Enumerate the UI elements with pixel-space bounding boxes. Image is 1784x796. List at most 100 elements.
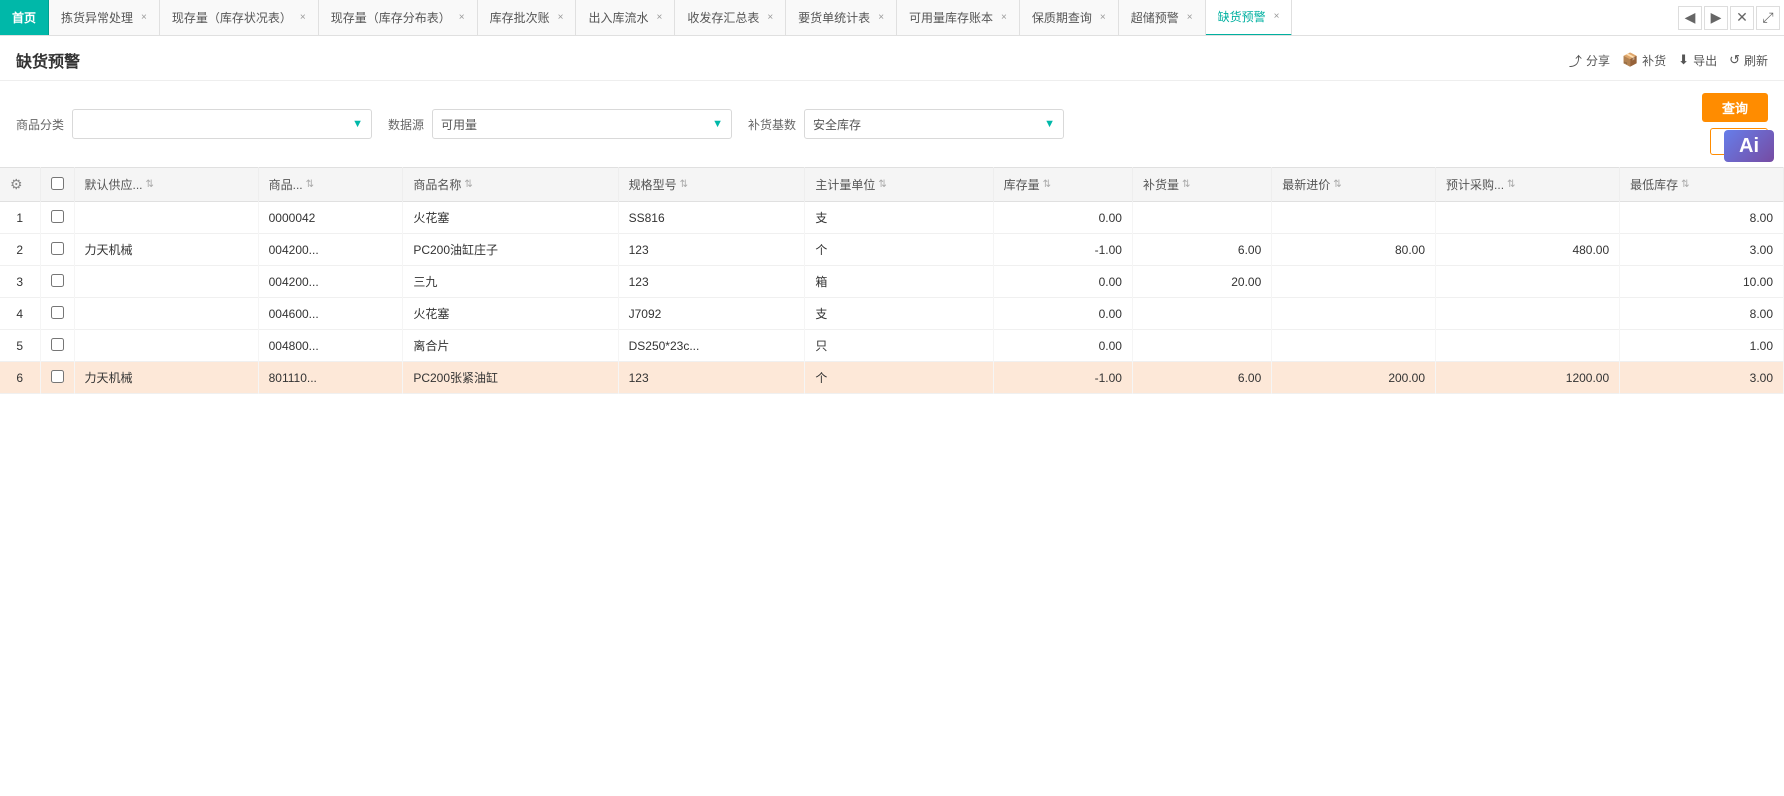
share-btn[interactable]: ⤴ 分享 — [1569, 51, 1610, 70]
tab-close-icon[interactable]: × — [558, 12, 564, 23]
query-button[interactable]: 查询 — [1702, 93, 1768, 122]
refresh-btn[interactable]: ↺ 刷新 — [1729, 52, 1768, 69]
tab-label: 超储预警 — [1131, 9, 1179, 26]
row-product-code: 801110... — [258, 362, 403, 394]
tab-batch-account[interactable]: 库存批次账 × — [478, 0, 577, 36]
row-latest-price — [1272, 298, 1436, 330]
row-checkbox[interactable] — [51, 274, 64, 287]
tab-next-btn[interactable]: ▶ — [1704, 6, 1728, 30]
tab-close-icon[interactable]: × — [300, 12, 306, 23]
tab-close-icon[interactable]: × — [1274, 11, 1280, 22]
sort-est-purchase-icon[interactable]: ⇅ — [1507, 179, 1515, 190]
header-actions: ⤴ 分享 📦 补货 ⬇ 导出 ↺ 刷新 — [1569, 51, 1768, 70]
tab-close-icon[interactable]: × — [459, 12, 465, 23]
row-checkbox-cell — [40, 202, 74, 234]
refresh-icon: ↺ — [1729, 52, 1740, 68]
replenish-basis-label: 补货基数 — [748, 116, 796, 133]
sort-replenish-icon[interactable]: ⇅ — [1182, 179, 1190, 190]
sort-latest-price-icon[interactable]: ⇅ — [1333, 179, 1341, 190]
tab-close-icon[interactable]: × — [141, 12, 147, 23]
row-spec: 123 — [618, 234, 805, 266]
replenish-basis-filter-group: 补货基数 安全库存 ▼ — [748, 109, 1064, 139]
tab-order-stats[interactable]: 要货单统计表 × — [786, 0, 897, 36]
tab-close-icon[interactable]: × — [656, 12, 662, 23]
row-checkbox[interactable] — [51, 370, 64, 383]
table-container: ⚙ 默认供应... ⇅ 商品... ⇅ — [0, 167, 1784, 394]
tab-close-icon[interactable]: × — [767, 12, 773, 23]
tab-label: 现存量（库存分布表） — [331, 9, 451, 26]
tab-home[interactable]: 首页 — [0, 0, 49, 36]
row-est-purchase: 480.00 — [1436, 234, 1620, 266]
row-stock: 0.00 — [993, 330, 1132, 362]
row-latest-price: 80.00 — [1272, 234, 1436, 266]
export-btn[interactable]: ⬇ 导出 — [1678, 52, 1717, 69]
tab-collect-summary[interactable]: 收发存汇总表 × — [675, 0, 786, 36]
row-min-stock: 3.00 — [1620, 234, 1784, 266]
tab-label: 收发存汇总表 — [687, 9, 759, 26]
row-checkbox[interactable] — [51, 338, 64, 351]
tab-close-icon[interactable]: × — [878, 12, 884, 23]
row-stock: 0.00 — [993, 266, 1132, 298]
row-est-purchase — [1436, 266, 1620, 298]
row-unit: 支 — [805, 202, 993, 234]
replenish-basis-select[interactable]: 安全库存 ▼ — [804, 109, 1064, 139]
replenish-btn[interactable]: 📦 补货 — [1622, 52, 1666, 69]
export-label: 导出 — [1693, 52, 1717, 69]
tab-overstock[interactable]: 超储预警 × — [1119, 0, 1206, 36]
row-min-stock: 8.00 — [1620, 202, 1784, 234]
sort-unit-icon[interactable]: ⇅ — [878, 179, 886, 190]
row-replenish: 6.00 — [1132, 234, 1271, 266]
row-latest-price — [1272, 330, 1436, 362]
tab-shortage[interactable]: 缺货预警× — [1206, 0, 1293, 36]
row-supplier: 力天机械 — [74, 362, 258, 394]
tab-close-icon[interactable]: × — [1100, 12, 1106, 23]
sort-product-code-icon[interactable]: ⇅ — [306, 179, 314, 190]
ai-badge[interactable]: Ai — [1724, 130, 1774, 162]
category-select[interactable]: ▼ — [72, 109, 372, 139]
row-checkbox[interactable] — [51, 306, 64, 319]
table-body: 1 0000042 火花塞 SS816 支 0.00 8.00 2 力天机械 0… — [0, 202, 1784, 394]
row-unit: 箱 — [805, 266, 993, 298]
tab-close-icon[interactable]: × — [1001, 12, 1007, 23]
tab-close-all-btn[interactable]: ✕ — [1730, 6, 1754, 30]
sort-min-stock-icon[interactable]: ⇅ — [1681, 179, 1689, 190]
col-product-name: 商品名称 ⇅ — [403, 168, 618, 202]
tab-avail-ledger[interactable]: 可用量库存账本× — [897, 0, 1020, 36]
tab-stock-dist[interactable]: 现存量（库存分布表） × — [319, 0, 478, 36]
row-product-code: 004200... — [258, 266, 403, 298]
tab-label: 拣货异常处理 — [61, 9, 133, 26]
tab-in-out-flow[interactable]: 出入库流水× — [576, 0, 675, 36]
tab-expiry-query[interactable]: 保质期查询× — [1020, 0, 1119, 36]
row-no: 5 — [0, 330, 40, 362]
sort-product-name-icon[interactable]: ⇅ — [464, 179, 472, 190]
col-unit-label: 主计量单位 — [815, 176, 875, 193]
col-replenish-label: 补货量 — [1143, 176, 1179, 193]
col-latest-price: 最新进价 ⇅ — [1272, 168, 1436, 202]
col-min-stock: 最低库存 ⇅ — [1620, 168, 1784, 202]
tab-label: 库存批次账 — [490, 9, 550, 26]
sort-stock-icon[interactable]: ⇅ — [1043, 179, 1051, 190]
row-unit: 只 — [805, 330, 993, 362]
tab-expand-btn[interactable]: ⤢ — [1756, 6, 1780, 30]
select-all-checkbox[interactable] — [51, 177, 64, 190]
tab-stock-status[interactable]: 现存量（库存状况表）× — [160, 0, 319, 36]
row-unit: 支 — [805, 298, 993, 330]
row-product-name: PC200油缸庄子 — [403, 234, 618, 266]
row-latest-price — [1272, 266, 1436, 298]
sort-spec-icon[interactable]: ⇅ — [680, 179, 688, 190]
row-replenish — [1132, 330, 1271, 362]
row-checkbox-cell — [40, 298, 74, 330]
tab-abnormal[interactable]: 拣货异常处理 × — [49, 0, 160, 36]
row-checkbox[interactable] — [51, 210, 64, 223]
tab-prev-btn[interactable]: ◀ — [1678, 6, 1702, 30]
col-est-purchase-label: 预计采购... — [1446, 176, 1504, 193]
table-row: 5 004800... 离合片 DS250*23c... 只 0.00 1.00 — [0, 330, 1784, 362]
gear-icon[interactable]: ⚙ — [10, 176, 23, 193]
tab-close-icon[interactable]: × — [1187, 12, 1193, 23]
row-replenish: 20.00 — [1132, 266, 1271, 298]
tab-label: 要货单统计表 — [798, 9, 870, 26]
sort-supplier-icon[interactable]: ⇅ — [146, 179, 154, 190]
datasource-select[interactable]: 可用量 ▼ — [432, 109, 732, 139]
row-checkbox[interactable] — [51, 242, 64, 255]
col-spec-label: 规格型号 — [629, 176, 677, 193]
